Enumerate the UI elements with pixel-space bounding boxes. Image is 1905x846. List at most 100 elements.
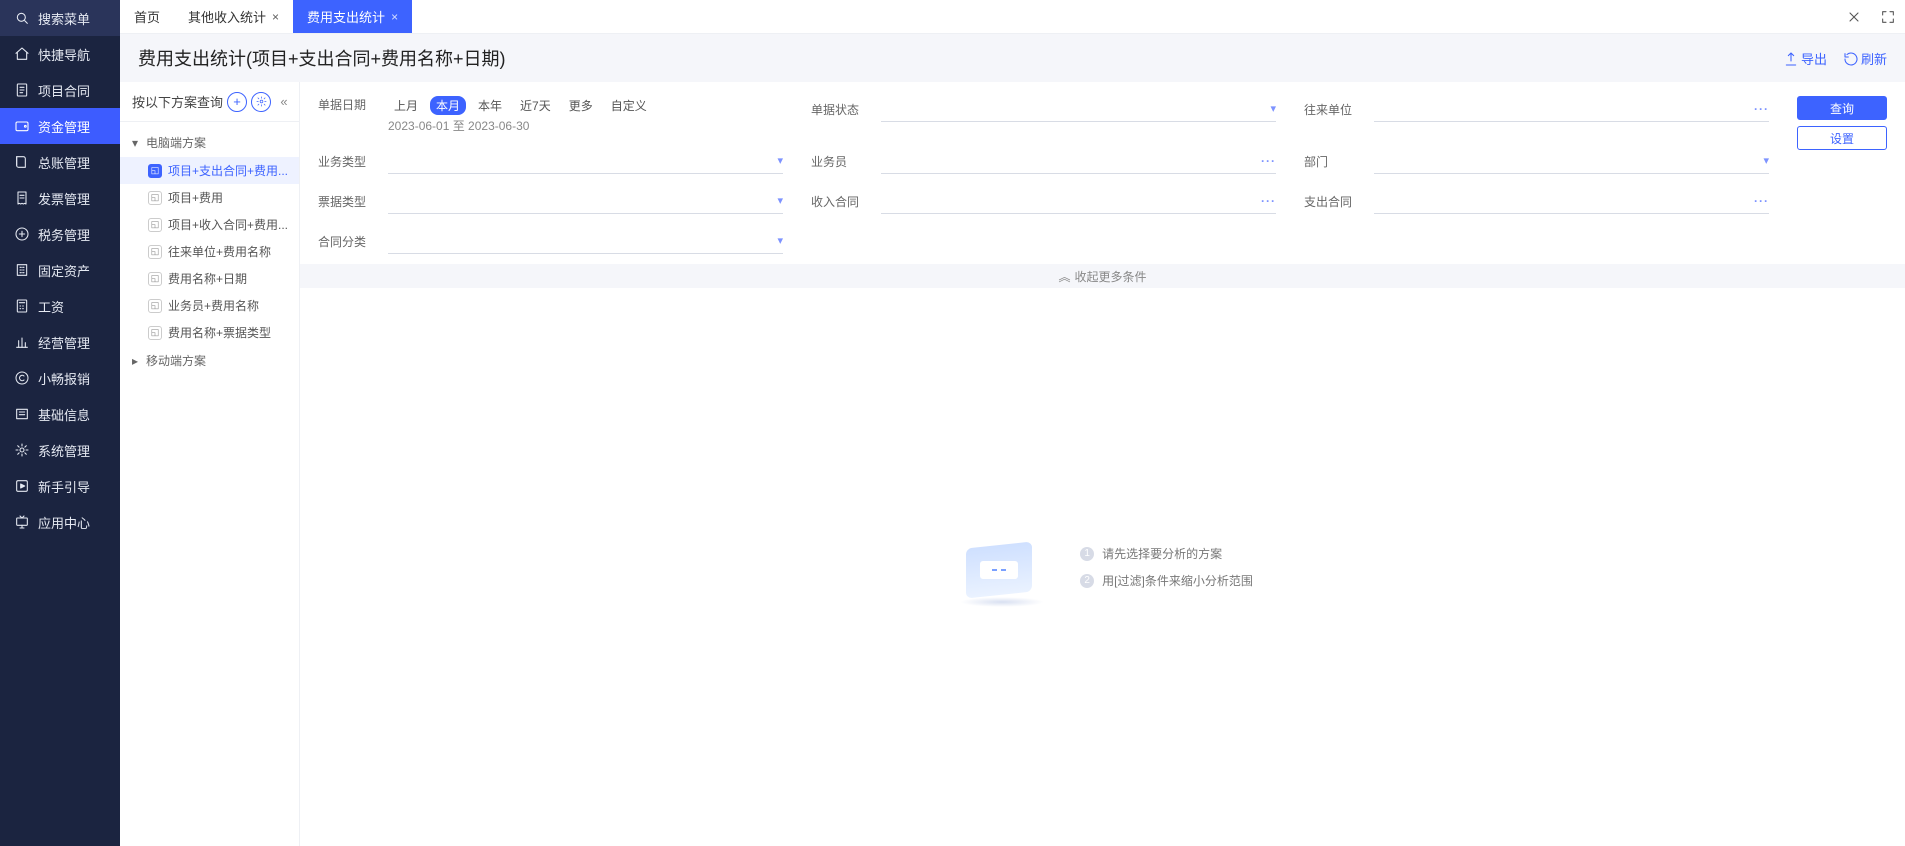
label: 业务员 bbox=[811, 153, 871, 170]
sidebar-item-system[interactable]: 系统管理 bbox=[0, 432, 120, 468]
sidebar-item-asset[interactable]: 固定资产 bbox=[0, 252, 120, 288]
scheme-leaf-label: 项目+费用 bbox=[168, 189, 223, 206]
scheme-leaf-icon: ◱ bbox=[148, 191, 162, 205]
sidebar-item-tax[interactable]: 税务管理 bbox=[0, 216, 120, 252]
sidebar-item-label: 基础信息 bbox=[38, 405, 90, 424]
label: 往来单位 bbox=[1304, 101, 1364, 118]
export-button[interactable]: 导出 bbox=[1783, 49, 1827, 68]
filter-expense-contract[interactable]: 支出合同 ··· bbox=[1304, 188, 1769, 214]
scheme-leaf-label: 业务员+费用名称 bbox=[168, 297, 259, 314]
sidebar-item-invoice[interactable]: 发票管理 bbox=[0, 180, 120, 216]
sidebar-item-search[interactable]: 搜索菜单 bbox=[0, 0, 120, 36]
tab-close-all[interactable] bbox=[1837, 0, 1871, 33]
tabbar: 首页其他收入统计×费用支出统计× bbox=[120, 0, 1905, 34]
export-label: 导出 bbox=[1801, 49, 1827, 68]
sidebar-item-operate[interactable]: 经营管理 bbox=[0, 324, 120, 360]
tab-other-income[interactable]: 其他收入统计× bbox=[174, 0, 293, 33]
chevron-down-icon: ▾ bbox=[1270, 102, 1276, 115]
sidebar-item-project[interactable]: 项目合同 bbox=[0, 72, 120, 108]
scheme-leaf[interactable]: ◱费用名称+票据类型 bbox=[120, 319, 299, 346]
tax-icon bbox=[14, 226, 30, 242]
wallet-icon bbox=[14, 118, 30, 134]
scheme-head: 按以下方案查询 + « bbox=[120, 82, 299, 122]
filter-income-contract[interactable]: 收入合同 ··· bbox=[811, 188, 1276, 214]
sidebar-item-guide[interactable]: 新手引导 bbox=[0, 468, 120, 504]
chevron-up-icon: ︽ bbox=[1058, 268, 1070, 285]
filter-salesman[interactable]: 业务员 ··· bbox=[811, 148, 1276, 174]
chart-icon bbox=[14, 334, 30, 350]
scheme-leaf[interactable]: ◱项目+支出合同+费用... bbox=[120, 157, 299, 184]
home-icon bbox=[14, 46, 30, 62]
filter-partner[interactable]: 往来单位 ··· bbox=[1304, 96, 1769, 122]
filter-and-body: 单据日期 上月本月本年近7天更多自定义 2023-06-01 至 2023-06… bbox=[300, 82, 1905, 846]
refresh-button[interactable]: 刷新 bbox=[1843, 49, 1887, 68]
sidebar-item-salary[interactable]: 工资 bbox=[0, 288, 120, 324]
page-header: 费用支出统计(项目+支出合同+费用名称+日期) 导出 刷新 bbox=[120, 34, 1905, 82]
scheme-collapse-button[interactable]: « bbox=[275, 93, 293, 111]
scheme-leaf[interactable]: ◱ 业务员+费用名称 bbox=[120, 292, 299, 319]
sidebar-item-label: 资金管理 bbox=[38, 117, 90, 136]
sidebar-item-label: 搜索菜单 bbox=[38, 9, 90, 28]
label: 合同分类 bbox=[318, 233, 378, 250]
scheme-title: 按以下方案查询 bbox=[132, 92, 223, 111]
filter-status[interactable]: 单据状态 ▾ bbox=[811, 96, 1276, 122]
filter-date-label: 单据日期 bbox=[318, 96, 378, 113]
book-icon bbox=[14, 154, 30, 170]
close-icon[interactable]: × bbox=[391, 10, 398, 24]
calc-icon bbox=[14, 298, 30, 314]
date-pill[interactable]: 近7天 bbox=[514, 96, 557, 115]
sidebar-item-xiaochang[interactable]: 小畅报销 bbox=[0, 360, 120, 396]
empty-step-2: 2用[过滤]条件来缩小分析范围 bbox=[1080, 572, 1253, 589]
scheme-leaf[interactable]: ◱费用名称+日期 bbox=[120, 265, 299, 292]
doc-icon bbox=[14, 82, 30, 98]
sidebar-item-label: 固定资产 bbox=[38, 261, 90, 280]
scheme-add-button[interactable]: + bbox=[227, 92, 247, 112]
caret-icon: ▾ bbox=[132, 136, 142, 150]
date-pill[interactable]: 更多 bbox=[563, 96, 599, 115]
tab-expense[interactable]: 费用支出统计× bbox=[293, 0, 412, 33]
scheme-leaf-label: 费用名称+日期 bbox=[168, 270, 247, 287]
date-pill[interactable]: 自定义 bbox=[605, 96, 653, 115]
scheme-leaf-icon: ◱ bbox=[148, 326, 162, 340]
empty-illustration bbox=[952, 517, 1052, 617]
filter-billtype[interactable]: 票据类型 ▾ bbox=[318, 188, 783, 214]
settings-button[interactable]: 设置 bbox=[1797, 126, 1887, 150]
main: 首页其他收入统计×费用支出统计× 费用支出统计(项目+支出合同+费用名称+日期)… bbox=[120, 0, 1905, 846]
scheme-settings-button[interactable] bbox=[251, 92, 271, 112]
tab-home[interactable]: 首页 bbox=[120, 0, 174, 33]
collapse-label: 收起更多条件 bbox=[1075, 268, 1147, 285]
list-icon bbox=[14, 406, 30, 422]
sidebar-item-appcenter[interactable]: 应用中心 bbox=[0, 504, 120, 540]
scheme-leaf[interactable]: ◱ 项目+费用 bbox=[120, 184, 299, 211]
sidebar-item-fund[interactable]: 资金管理 bbox=[0, 108, 120, 144]
empty-state: 1请先选择要分析的方案 2用[过滤]条件来缩小分析范围 bbox=[300, 288, 1905, 846]
scheme-tree: ▾电脑端方案◱项目+支出合同+费用... ◱ 项目+费用 ◱项目+收入合同+费用...… bbox=[120, 122, 299, 381]
fullscreen-button[interactable] bbox=[1871, 0, 1905, 33]
query-button[interactable]: 查询 bbox=[1797, 96, 1887, 120]
sidebar-item-label: 税务管理 bbox=[38, 225, 90, 244]
sidebar-item-quicknav[interactable]: 快捷导航 bbox=[0, 36, 120, 72]
receipt-icon bbox=[14, 190, 30, 206]
filter-date: 单据日期 上月本月本年近7天更多自定义 2023-06-01 至 2023-06… bbox=[318, 96, 783, 134]
refresh-icon bbox=[1843, 51, 1857, 65]
date-pill[interactable]: 本月 bbox=[430, 96, 466, 115]
sidebar-item-base[interactable]: 基础信息 bbox=[0, 396, 120, 432]
export-icon bbox=[1783, 51, 1797, 65]
sidebar-item-label: 项目合同 bbox=[38, 81, 90, 100]
collapse-filters-bar[interactable]: ︽ 收起更多条件 bbox=[300, 264, 1905, 288]
scheme-group[interactable]: ▾电脑端方案 bbox=[120, 128, 299, 157]
close-icon[interactable]: × bbox=[272, 10, 279, 24]
label: 单据状态 bbox=[811, 101, 871, 118]
filter-dept[interactable]: 部门 ▾ bbox=[1304, 148, 1769, 174]
chevron-down-icon: ▾ bbox=[1763, 154, 1769, 167]
scheme-leaf-icon: ◱ bbox=[148, 299, 162, 313]
date-pill[interactable]: 本年 bbox=[472, 96, 508, 115]
date-pill[interactable]: 上月 bbox=[388, 96, 424, 115]
sidebar-item-label: 工资 bbox=[38, 297, 64, 316]
scheme-leaf[interactable]: ◱项目+收入合同+费用... bbox=[120, 211, 299, 238]
scheme-group[interactable]: ▸移动端方案 bbox=[120, 346, 299, 375]
filter-contract-class[interactable]: 合同分类 ▾ bbox=[318, 228, 783, 254]
filter-biztype[interactable]: 业务类型 ▾ bbox=[318, 148, 783, 174]
sidebar-item-ledger[interactable]: 总账管理 bbox=[0, 144, 120, 180]
scheme-leaf[interactable]: ◱往来单位+费用名称 bbox=[120, 238, 299, 265]
